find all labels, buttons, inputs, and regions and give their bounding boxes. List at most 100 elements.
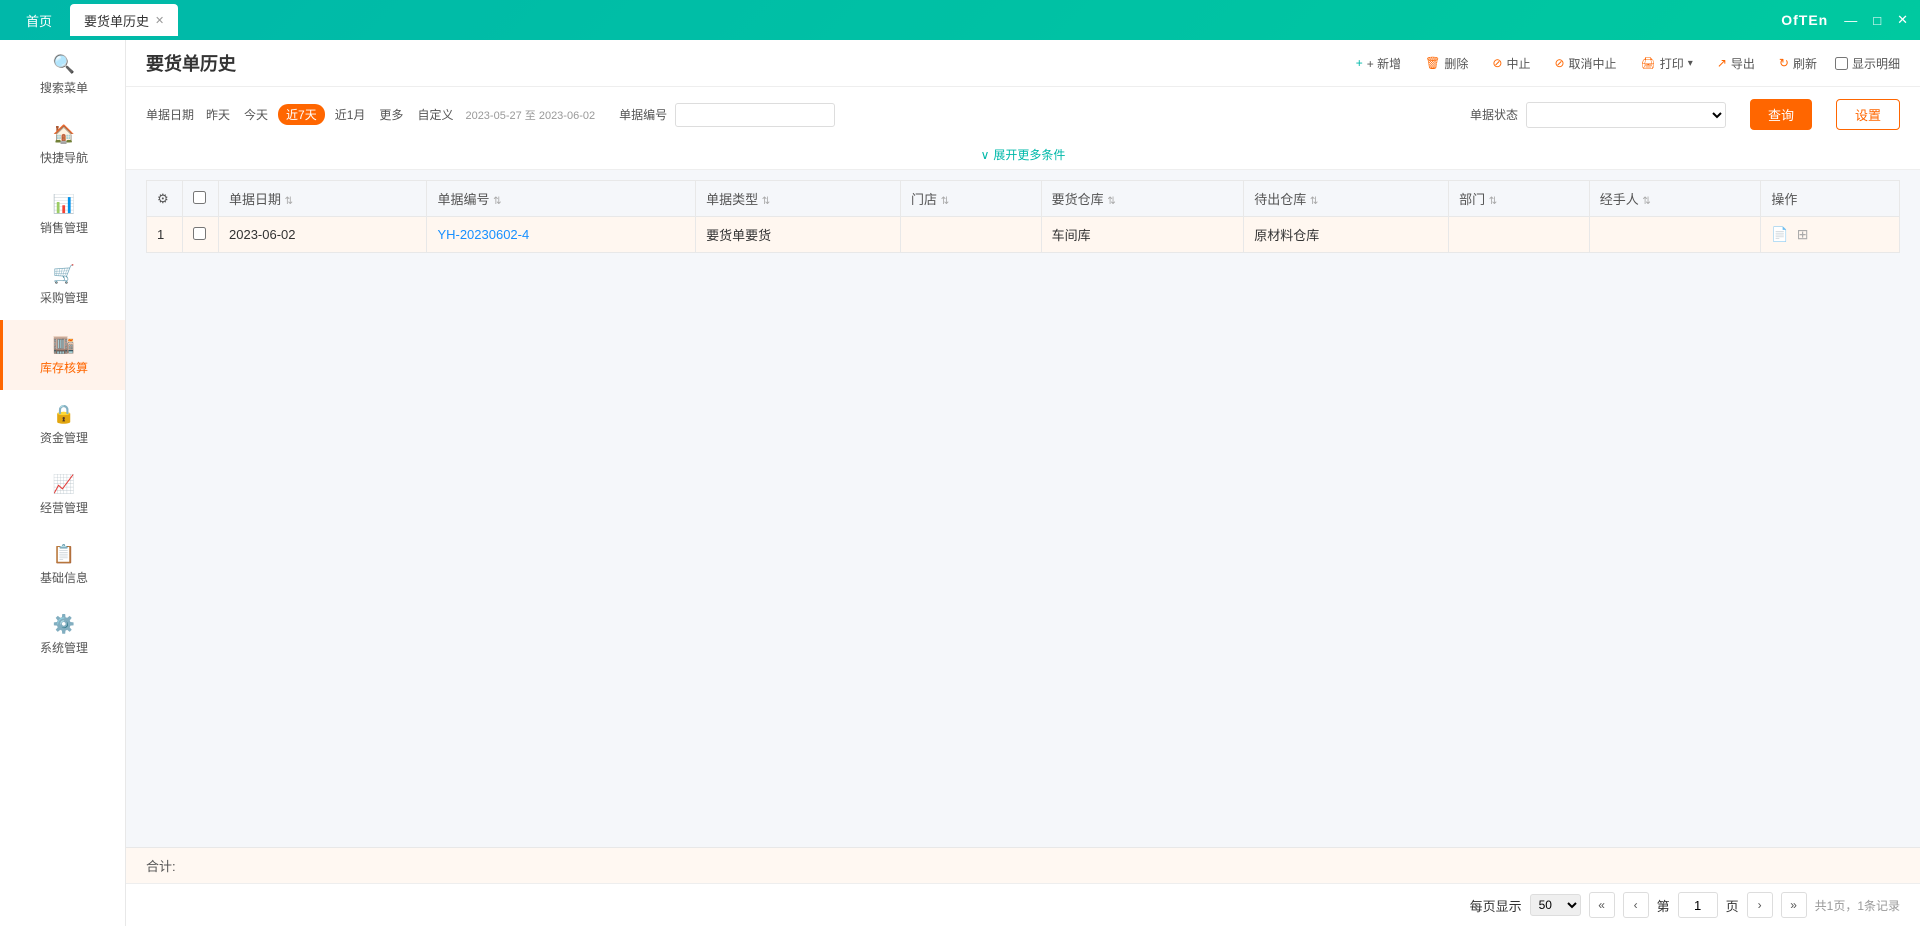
show-detail-checkbox-label[interactable]: 显示明细 [1835,55,1900,72]
th-action-label: 操作 [1771,192,1797,207]
th-order-no[interactable]: 单据编号 ⇅ [427,181,696,217]
print-label: 打印 [1660,55,1684,72]
th-store[interactable]: 门店 ⇅ [901,181,1042,217]
th-date-label: 单据日期 [229,192,281,207]
date-shortcut-yesterday[interactable]: 昨天 [202,104,234,125]
row-checkbox[interactable] [193,227,206,240]
td-order-no: YH-20230602-4 [427,217,696,253]
sidebar-item-purchase[interactable]: 🛒 采购管理 [0,250,125,320]
settings-button[interactable]: 设置 [1836,99,1900,130]
order-no-filter: 单据编号 [619,103,835,127]
refresh-label: 刷新 [1793,55,1817,72]
row-edit-icon[interactable]: 📄 [1771,226,1788,243]
date-shortcut-1month[interactable]: 近1月 [331,104,370,125]
print-button[interactable]: 🖨 打印 ▾ [1635,51,1699,76]
th-order-type[interactable]: 单据类型 ⇅ [696,181,901,217]
th-action: 操作 [1761,181,1900,217]
sidebar-item-system[interactable]: ⚙️ 系统管理 [0,600,125,670]
base-info-icon: 📋 [53,544,75,565]
sidebar-base-info-label: 基础信息 [40,569,88,586]
next-page-button[interactable]: › [1747,892,1773,918]
sidebar: 🔍 搜索菜单 🏠 快捷导航 📊 销售管理 🛒 采购管理 🏬 库存核算 🔒 资金管… [0,40,126,926]
th-checkbox[interactable] [183,181,219,217]
table-container: ⚙ 单据日期 ⇅ 单据编号 ⇅ [126,170,1920,847]
tab-close-icon[interactable]: ✕ [155,14,164,27]
th-department-label: 部门 [1459,192,1485,207]
table-footer: 合计: [126,847,1920,883]
row-more-icon[interactable]: ⊞ [1797,226,1809,243]
delete-icon: 🗑 [1425,56,1440,70]
sidebar-item-search-menu[interactable]: 🔍 搜索菜单 [0,40,125,110]
order-no-input[interactable] [675,103,835,127]
pagination-bar: 每页显示 50 10 20 100 « ‹ 第 页 › » 共1页，1条记录 [126,883,1920,926]
stop-icon: ⊘ [1492,56,1502,70]
th-pending-warehouse[interactable]: 待出仓库 ⇅ [1244,181,1449,217]
date-filter-label: 单据日期 [146,106,194,123]
query-button[interactable]: 查询 [1750,99,1812,130]
th-store-label: 门店 [911,192,937,207]
stop-button[interactable]: ⊘ 中止 [1486,51,1536,76]
add-label: + 新增 [1367,55,1401,72]
show-detail-checkbox[interactable] [1835,57,1848,70]
th-store-sort-icon: ⇅ [941,196,949,207]
minimize-btn[interactable]: — [1844,13,1857,28]
status-select[interactable] [1526,102,1726,128]
cancel-stop-button[interactable]: ⊘ 取消中止 [1548,51,1622,76]
date-shortcut-custom[interactable]: 自定义 [413,104,457,125]
th-handler-label: 经手人 [1600,192,1639,207]
tab-home[interactable]: 首页 [12,4,66,36]
th-settings[interactable]: ⚙ [147,181,183,217]
sidebar-item-inventory[interactable]: 🏬 库存核算 [0,320,125,390]
table-head: ⚙ 单据日期 ⇅ 单据编号 ⇅ [147,181,1900,217]
operation-icon: 📈 [53,474,75,495]
goto-suffix: 页 [1726,896,1739,915]
cancel-stop-label: 取消中止 [1569,55,1617,72]
order-no-label: 单据编号 [619,106,667,123]
td-req-warehouse: 车间库 [1041,217,1244,253]
inventory-icon: 🏬 [53,334,75,355]
table-body: 1 2023-06-02 YH-20230602-4 要货单要货 车间库 原材料… [147,217,1900,253]
date-shortcut-more[interactable]: 更多 [375,104,407,125]
th-pending-warehouse-sort-icon: ⇅ [1310,196,1318,207]
th-order-type-label: 单据类型 [706,192,758,207]
delete-button[interactable]: 🗑 删除 [1419,51,1474,76]
refresh-button[interactable]: ↻ 刷新 [1773,51,1823,76]
date-filter: 单据日期 昨天 今天 近7天 近1月 更多 自定义 2023-05-27 至 2… [146,104,595,125]
expand-more-btn[interactable]: ∨ 展开更多条件 [146,140,1900,169]
export-icon: ↗ [1717,56,1727,70]
first-page-button[interactable]: « [1589,892,1615,918]
sidebar-item-base-info[interactable]: 📋 基础信息 [0,530,125,600]
sidebar-item-operation[interactable]: 📈 经营管理 [0,460,125,530]
settings-column-icon: ⚙ [157,191,169,206]
sidebar-finance-label: 资金管理 [40,429,88,446]
tab-requisition-history[interactable]: 要货单历史 ✕ [70,4,178,36]
close-btn[interactable]: ✕ [1897,12,1908,28]
th-date-sort-icon: ⇅ [285,196,293,207]
td-order-no-link[interactable]: YH-20230602-4 [437,227,529,242]
content-area: 要货单历史 + + 新增 🗑 删除 ⊘ 中止 ⊘ 取消中止 [126,40,1920,926]
td-checkbox[interactable] [183,217,219,253]
th-order-type-sort-icon: ⇅ [762,196,770,207]
th-date[interactable]: 单据日期 ⇅ [219,181,427,217]
status-label: 单据状态 [1470,106,1518,123]
maximize-btn[interactable]: □ [1873,13,1881,28]
date-shortcut-today[interactable]: 今天 [240,104,272,125]
page-input[interactable] [1678,892,1718,918]
td-pending-warehouse: 原材料仓库 [1244,217,1449,253]
table-header-row: ⚙ 单据日期 ⇅ 单据编号 ⇅ [147,181,1900,217]
add-button[interactable]: + + 新增 [1350,51,1407,76]
th-req-warehouse-sort-icon: ⇅ [1107,196,1115,207]
main-layout: 🔍 搜索菜单 🏠 快捷导航 📊 销售管理 🛒 采购管理 🏬 库存核算 🔒 资金管… [0,40,1920,926]
date-shortcut-7days[interactable]: 近7天 [278,104,325,125]
last-page-button[interactable]: » [1781,892,1807,918]
th-handler[interactable]: 经手人 ⇅ [1589,181,1761,217]
export-button[interactable]: ↗ 导出 [1711,51,1761,76]
th-req-warehouse[interactable]: 要货仓库 ⇅ [1041,181,1244,217]
sidebar-item-finance[interactable]: 🔒 资金管理 [0,390,125,460]
th-department[interactable]: 部门 ⇅ [1449,181,1590,217]
sidebar-item-sales[interactable]: 📊 销售管理 [0,180,125,250]
sidebar-item-quick-nav[interactable]: 🏠 快捷导航 [0,110,125,180]
prev-page-button[interactable]: ‹ [1623,892,1649,918]
select-all-checkbox[interactable] [193,191,206,204]
page-size-select[interactable]: 50 10 20 100 [1530,894,1581,916]
